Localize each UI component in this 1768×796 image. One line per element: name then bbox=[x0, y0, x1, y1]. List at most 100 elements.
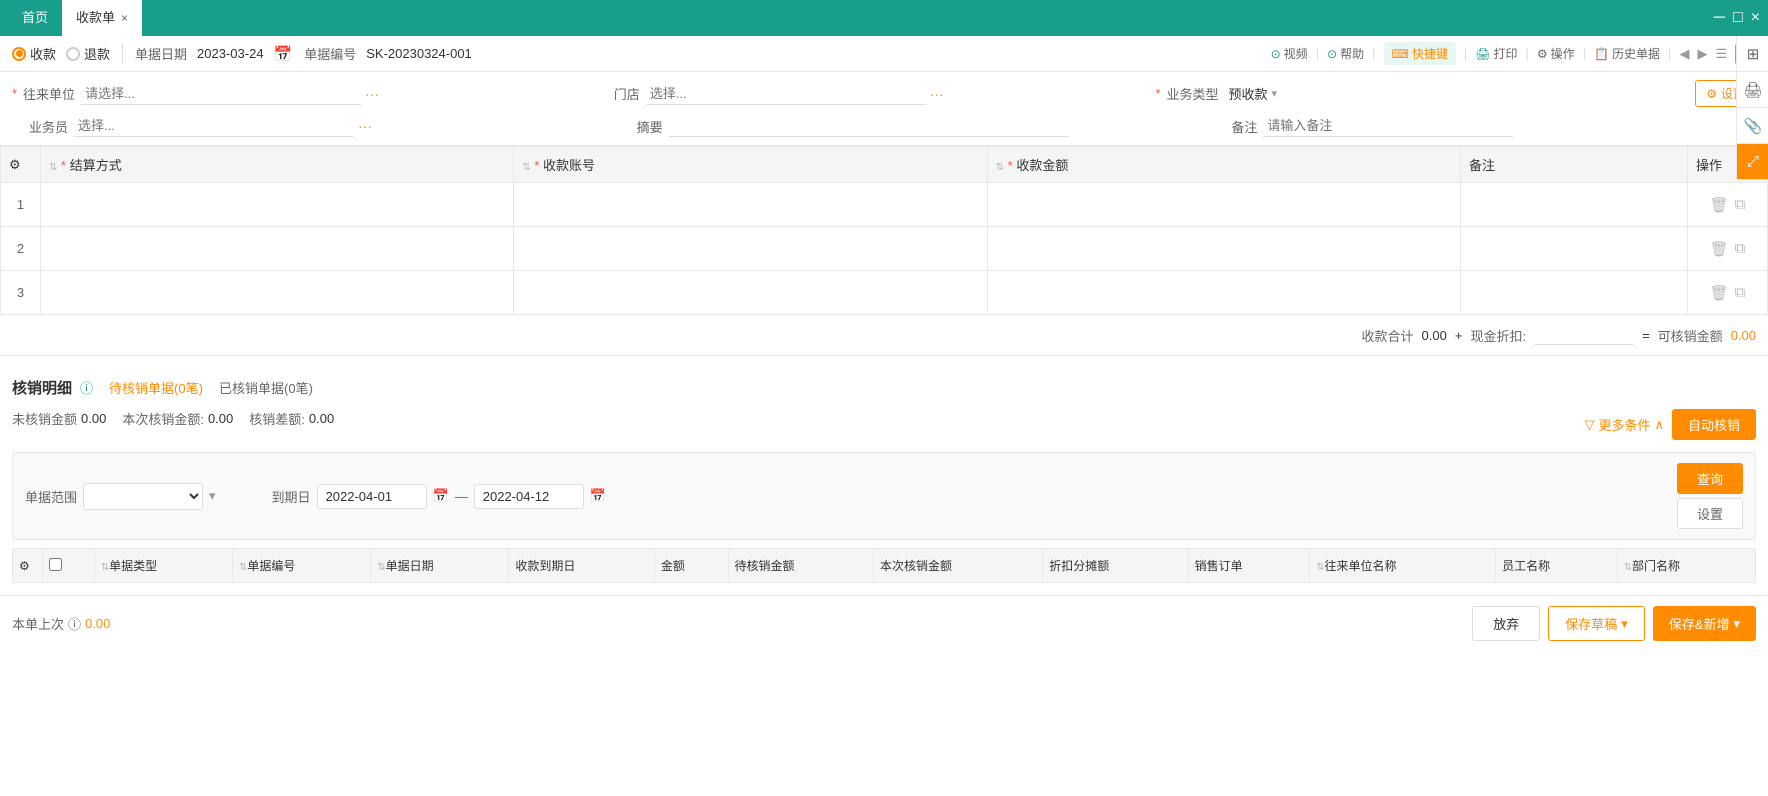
save-new-chevron: ▾ bbox=[1733, 616, 1740, 632]
auto-verify-button[interactable]: 自动核销 bbox=[1672, 409, 1756, 440]
print-icon: 🖨 bbox=[1475, 47, 1490, 61]
table-settings-icon-2[interactable]: ⚙ bbox=[19, 559, 30, 573]
staff-input[interactable] bbox=[74, 115, 354, 137]
date-field: 单据日期 2023-03-24 📅 bbox=[135, 44, 292, 63]
copy-icon-3[interactable]: ⧉ bbox=[1735, 284, 1746, 302]
partner-more-icon[interactable]: ··· bbox=[365, 86, 379, 102]
side-print-icon[interactable]: 🖨 bbox=[1737, 72, 1768, 108]
staff-more-icon[interactable]: ··· bbox=[358, 118, 372, 134]
date-to-input[interactable] bbox=[474, 484, 584, 509]
calendar-from-icon[interactable]: 📅 bbox=[433, 488, 449, 504]
col-check-all[interactable] bbox=[43, 549, 95, 583]
remarks-cell-1[interactable] bbox=[1460, 183, 1687, 227]
footer-label: 本单上次 bbox=[12, 614, 64, 633]
business-type-chevron[interactable]: ▾ bbox=[1272, 87, 1278, 100]
tab-receipt[interactable]: 收款单 × bbox=[62, 0, 142, 36]
summary-label: 摘要 bbox=[607, 117, 663, 136]
save-draft-button[interactable]: 保存草稿 ▾ bbox=[1548, 606, 1645, 641]
summary-input[interactable] bbox=[669, 115, 1069, 137]
account-cell-3[interactable] bbox=[514, 271, 987, 315]
calendar-icon[interactable]: 📅 bbox=[274, 45, 293, 63]
list-icon[interactable]: ☰ bbox=[1715, 46, 1727, 62]
remarks-group: 备注 bbox=[1201, 115, 1756, 137]
query-button[interactable]: 查询 bbox=[1677, 463, 1743, 494]
receipt-label: 收款 bbox=[30, 44, 56, 63]
col-dept-name: ⇅部门名称 bbox=[1617, 549, 1755, 583]
discount-input[interactable] bbox=[1534, 325, 1634, 345]
pending-tab[interactable]: 待核销单据(0笔) bbox=[101, 376, 211, 399]
side-table-icon[interactable]: ⊞ bbox=[1737, 36, 1768, 72]
action-btn[interactable]: ⚙ 操作 bbox=[1537, 45, 1575, 62]
form-row-1: * 往来单位 ··· 门店 ··· * 业务类型 预收款 ▾ ⚙ 设置 bbox=[12, 80, 1756, 107]
account-cell-1[interactable] bbox=[514, 183, 987, 227]
receipt-radio-circle bbox=[12, 47, 26, 61]
table-row: 3 🗑 ⧉ bbox=[1, 271, 1768, 315]
tab-home[interactable]: 首页 bbox=[8, 0, 62, 36]
verify-tabs: 待核销单据(0笔) 已核销单据(0笔) bbox=[101, 376, 321, 399]
col-settings[interactable]: ⚙ bbox=[1, 147, 41, 183]
maximize-icon[interactable]: □ bbox=[1733, 9, 1743, 27]
amount-cell-2[interactable] bbox=[987, 227, 1460, 271]
settlement-cell-3[interactable] bbox=[41, 271, 514, 315]
save-draft-chevron: ▾ bbox=[1621, 616, 1628, 632]
business-type-value: 预收款 bbox=[1229, 84, 1268, 103]
date-from-input[interactable] bbox=[317, 484, 427, 509]
check-all-checkbox[interactable] bbox=[49, 558, 62, 571]
close-icon[interactable]: × bbox=[1751, 9, 1760, 27]
refund-radio[interactable]: 退款 bbox=[66, 44, 110, 63]
verify-section: 核销明细 ⓘ 待核销单据(0笔) 已核销单据(0笔) 未核销金额 0.00 本次… bbox=[0, 364, 1768, 595]
delete-icon-2[interactable]: 🗑 bbox=[1710, 240, 1729, 258]
receipt-radio[interactable]: 收款 bbox=[12, 44, 56, 63]
remarks-input[interactable] bbox=[1263, 115, 1513, 137]
current-amount: 本次核销金额: 0.00 bbox=[122, 409, 233, 428]
range-filter: 单据范围 ▾ bbox=[25, 483, 216, 510]
help-btn[interactable]: ⊙ 帮助 bbox=[1327, 45, 1364, 62]
footer-info-icon[interactable]: ⓘ bbox=[68, 614, 81, 633]
row-num-2: 2 bbox=[1, 227, 41, 271]
net-label: 可核销金额 bbox=[1658, 326, 1723, 345]
settlement-cell-2[interactable] bbox=[41, 227, 514, 271]
table-container: ⚙ ⇅ * 结算方式 ⇅ * 收款账号 ⇅ * 收款 bbox=[0, 146, 1768, 315]
discard-button[interactable]: 放弃 bbox=[1472, 606, 1540, 641]
more-conditions-btn[interactable]: ▽ 更多条件 ∧ bbox=[1584, 415, 1664, 434]
action-cell-1: 🗑 ⧉ bbox=[1688, 183, 1768, 227]
arrow-left-icon[interactable]: ◀ bbox=[1679, 46, 1689, 62]
store-input[interactable] bbox=[646, 83, 926, 105]
shortcut-btn[interactable]: ⌨ 快捷键 bbox=[1384, 42, 1456, 65]
copy-icon-1[interactable]: ⧉ bbox=[1735, 196, 1746, 214]
plus-sign: + bbox=[1455, 328, 1463, 343]
side-expand-icon[interactable]: ⤢ bbox=[1737, 144, 1768, 180]
partner-input[interactable] bbox=[81, 83, 361, 105]
tab-close-icon[interactable]: × bbox=[121, 0, 128, 36]
store-more-icon[interactable]: ··· bbox=[930, 86, 944, 102]
filter-settings-button[interactable]: 设置 bbox=[1677, 498, 1743, 529]
copy-icon-2[interactable]: ⧉ bbox=[1735, 240, 1746, 258]
remarks-cell-2[interactable] bbox=[1460, 227, 1687, 271]
amount-cell-1[interactable] bbox=[987, 183, 1460, 227]
verified-tab[interactable]: 已核销单据(0笔) bbox=[211, 376, 321, 399]
account-cell-2[interactable] bbox=[514, 227, 987, 271]
summary-group: 摘要 bbox=[607, 115, 1162, 137]
remarks-label: 备注 bbox=[1201, 117, 1257, 136]
video-btn[interactable]: ⊙ 视频 bbox=[1271, 45, 1308, 62]
side-attach-icon[interactable]: 📎 bbox=[1737, 108, 1768, 144]
delete-icon-3[interactable]: 🗑 bbox=[1710, 284, 1729, 302]
footer: 本单上次 ⓘ 0.00 放弃 保存草稿 ▾ 保存&新增 ▾ bbox=[0, 595, 1768, 651]
print-btn[interactable]: 🖨 打印 bbox=[1475, 45, 1517, 62]
amount-cell-3[interactable] bbox=[987, 271, 1460, 315]
delete-icon-1[interactable]: 🗑 bbox=[1710, 196, 1729, 214]
sum-value: 0.00 bbox=[1422, 328, 1447, 343]
calendar-to-icon[interactable]: 📅 bbox=[590, 488, 606, 504]
settlement-cell-1[interactable] bbox=[41, 183, 514, 227]
col-settlement: ⇅ * 结算方式 bbox=[41, 147, 514, 183]
number-label: 单据编号 bbox=[304, 44, 356, 63]
business-type-label: 业务类型 bbox=[1163, 84, 1219, 103]
save-new-button[interactable]: 保存&新增 ▾ bbox=[1653, 606, 1756, 641]
verify-info-icon[interactable]: ⓘ bbox=[80, 378, 93, 397]
arrow-right-icon[interactable]: ▶ bbox=[1697, 46, 1707, 62]
refund-radio-circle bbox=[66, 47, 80, 61]
history-btn[interactable]: 📋 历史单据 bbox=[1594, 45, 1660, 62]
range-select[interactable] bbox=[83, 483, 203, 510]
minimize-icon[interactable]: ─ bbox=[1714, 9, 1725, 27]
remarks-cell-3[interactable] bbox=[1460, 271, 1687, 315]
